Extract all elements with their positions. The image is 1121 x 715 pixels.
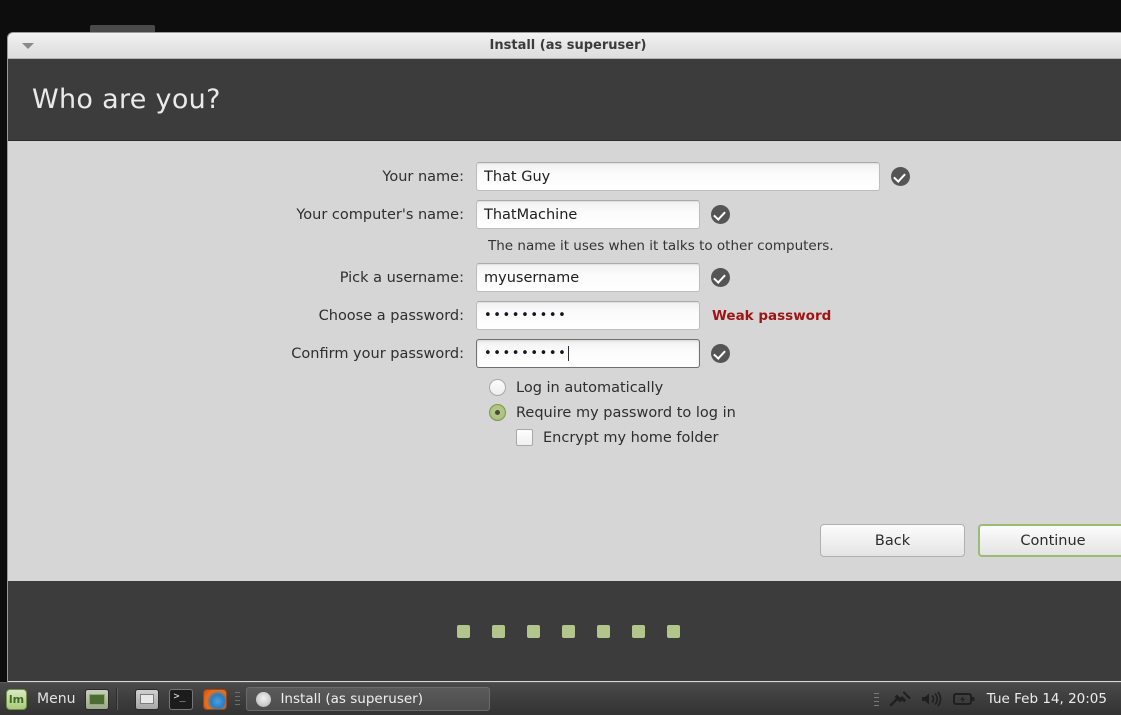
password-value: •••••••••	[484, 308, 568, 323]
progress-dot	[631, 624, 645, 638]
window-title: Install (as superuser)	[489, 38, 647, 53]
confirm-password-input[interactable]: •••••••••	[476, 339, 700, 368]
firefox-icon[interactable]	[203, 688, 228, 710]
hostname-hint: The name it uses when it talks to other …	[488, 238, 834, 254]
install-window: Install (as superuser) Who are you? Your…	[8, 33, 1121, 682]
continue-button[interactable]: Continue	[978, 524, 1121, 557]
desktop-backdrop	[0, 0, 1121, 33]
progress-dot	[526, 624, 540, 638]
label-confirm-password: Confirm your password:	[291, 345, 464, 362]
window-titlebar[interactable]: Install (as superuser)	[8, 33, 1121, 59]
task-button-install[interactable]: Install (as superuser)	[246, 687, 491, 711]
progress-dot	[596, 624, 610, 638]
screen: Install (as superuser) Who are you? Your…	[0, 0, 1121, 715]
form-row-hostname: Your computer's name: ThatMachine	[8, 200, 1121, 229]
label-fullname: Your name:	[382, 168, 464, 185]
progress-dot	[456, 624, 470, 638]
check-circle-icon-confirm-password	[711, 344, 730, 363]
terminal-icon[interactable]	[169, 688, 194, 710]
show-desktop-icon[interactable]	[85, 688, 110, 710]
network-plug-icon[interactable]	[889, 691, 911, 707]
taskbar-drag-handle[interactable]	[235, 692, 241, 706]
clock[interactable]: Tue Feb 14, 20:05	[987, 691, 1107, 707]
hint-spacer	[8, 238, 488, 254]
label-require-password: Require my password to log in	[516, 404, 736, 421]
form-row-fullname: Your name: That Guy	[8, 162, 1121, 191]
text-caret	[568, 346, 570, 361]
login-options: Log in automatically Require my password…	[8, 379, 1121, 446]
label-hostname: Your computer's name:	[296, 206, 464, 223]
linux-mint-logo-icon[interactable]	[6, 688, 27, 710]
label-password: Choose a password:	[318, 307, 464, 324]
form-row-username: Pick a username: myusername	[8, 263, 1121, 292]
check-circle-icon-username	[711, 268, 730, 287]
password-strength-label: Weak password	[712, 307, 832, 324]
page-header: Who are you?	[8, 59, 1121, 141]
check-circle-icon-hostname	[711, 205, 730, 224]
label-username: Pick a username:	[339, 269, 464, 286]
option-encrypt-home[interactable]: Encrypt my home folder	[8, 429, 1121, 446]
option-require-password[interactable]: Require my password to log in	[8, 404, 1121, 421]
slideshow-footer	[8, 581, 1121, 681]
battery-icon[interactable]	[952, 692, 975, 706]
hostname-hint-row: The name it uses when it talks to other …	[8, 238, 1121, 254]
taskbar: Menu Install (as superuser)	[0, 682, 1121, 715]
form-row-confirm-password: Confirm your password: •••••••••	[8, 339, 1121, 368]
checkbox-encrypt-home[interactable]	[516, 429, 533, 446]
dialog-buttons: Back Continue	[820, 524, 1121, 557]
radio-require-password[interactable]	[489, 404, 506, 421]
option-login-automatically[interactable]: Log in automatically	[8, 379, 1121, 396]
radio-login-automatically[interactable]	[489, 379, 506, 396]
username-input[interactable]: myusername	[476, 263, 700, 292]
hostname-input[interactable]: ThatMachine	[476, 200, 700, 229]
label-encrypt-home: Encrypt my home folder	[543, 429, 719, 446]
label-login-automatically: Log in automatically	[516, 379, 664, 396]
username-value: myusername	[484, 269, 580, 286]
task-button-label: Install (as superuser)	[280, 691, 423, 707]
taskbar-separator	[116, 688, 119, 710]
fullname-input[interactable]: That Guy	[476, 162, 880, 191]
system-tray: Tue Feb 14, 20:05	[873, 691, 1115, 707]
page-title: Who are you?	[32, 84, 221, 115]
confirm-password-value: •••••••••	[484, 346, 568, 361]
progress-dot	[491, 624, 505, 638]
window-list-icon[interactable]	[135, 688, 160, 710]
progress-dot	[561, 624, 575, 638]
background-window-tab	[90, 25, 155, 33]
form-body: Your name: That Guy Your computer's name…	[8, 141, 1121, 581]
fullname-value: That Guy	[484, 168, 551, 185]
progress-dot	[666, 624, 680, 638]
tray-drag-handle[interactable]	[873, 692, 879, 706]
check-circle-icon-fullname	[891, 167, 910, 186]
menu-button[interactable]: Menu	[37, 691, 75, 707]
loading-spinner-icon	[256, 691, 272, 707]
password-input[interactable]: •••••••••	[476, 301, 700, 330]
back-button[interactable]: Back	[820, 524, 965, 557]
progress-dots	[456, 624, 680, 638]
hostname-value: ThatMachine	[484, 206, 578, 223]
volume-icon[interactable]	[921, 691, 943, 707]
form-row-password: Choose a password: ••••••••• Weak passwo…	[8, 301, 1121, 330]
user-form: Your name: That Guy Your computer's name…	[8, 162, 1121, 454]
